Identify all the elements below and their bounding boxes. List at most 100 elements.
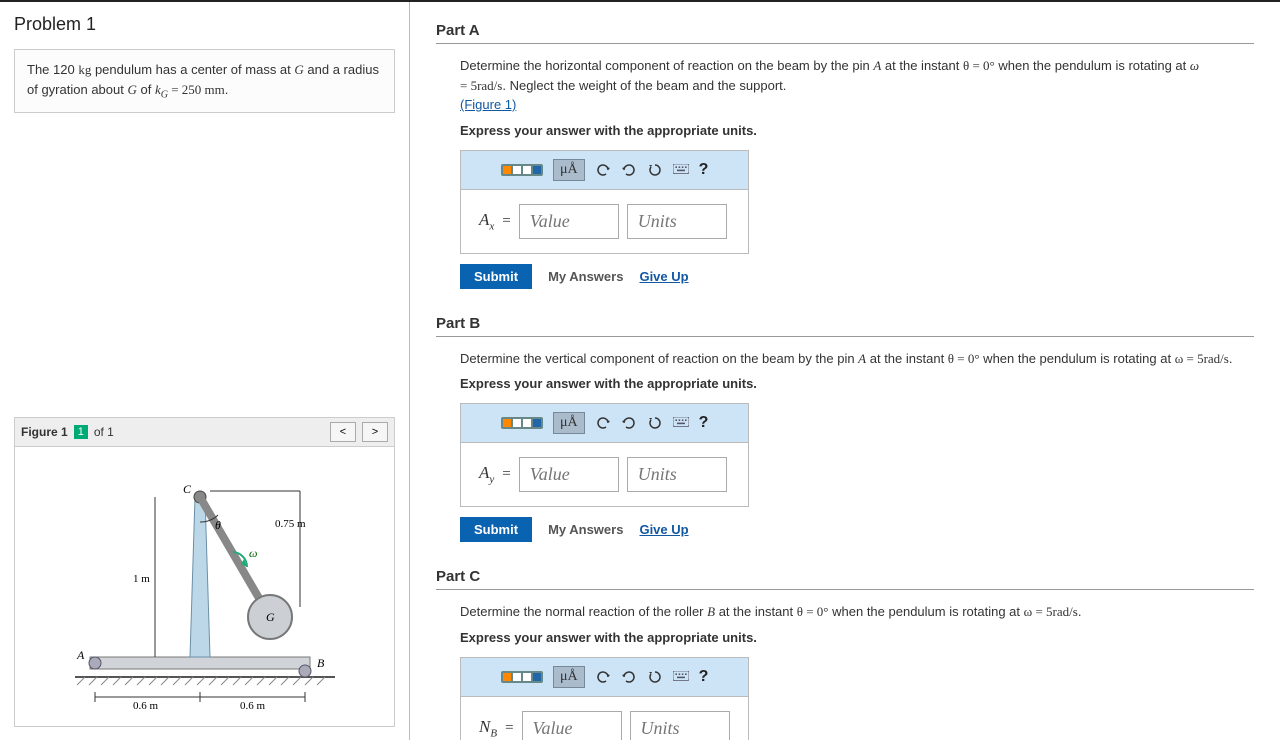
text: when the pendulum is rotating at bbox=[995, 58, 1190, 73]
text: . bbox=[225, 82, 229, 97]
submit-button[interactable]: Submit bbox=[460, 264, 532, 289]
reset-icon[interactable] bbox=[647, 415, 663, 431]
keyboard-icon[interactable] bbox=[673, 162, 689, 178]
theta-eq: θ = 0° bbox=[797, 604, 829, 619]
symbols-button[interactable]: μÅ bbox=[553, 159, 585, 181]
figure-prev-button[interactable]: < bbox=[330, 422, 356, 442]
give-up-link[interactable]: Give Up bbox=[639, 522, 688, 537]
submit-button[interactable]: Submit bbox=[460, 517, 532, 542]
part-b-input-row: Ay = bbox=[461, 443, 748, 506]
label-B: B bbox=[317, 656, 325, 670]
part-c-instruction: Express your answer with the appropriate… bbox=[460, 630, 1254, 645]
part-a-prompt: Determine the horizontal component of re… bbox=[460, 56, 1254, 115]
text: . bbox=[1229, 351, 1233, 366]
part-b-prompt: Determine the vertical component of reac… bbox=[460, 349, 1254, 369]
part-a-body: Determine the horizontal component of re… bbox=[436, 56, 1254, 307]
theta-eq: θ = 0° bbox=[963, 58, 995, 73]
keyboard-icon[interactable] bbox=[673, 415, 689, 431]
give-up-link[interactable]: Give Up bbox=[639, 269, 688, 284]
redo-icon[interactable] bbox=[621, 162, 637, 178]
var-label: NB bbox=[479, 717, 497, 739]
part-b-header: Part B bbox=[436, 315, 1254, 337]
text: when the pendulum is rotating at bbox=[980, 351, 1175, 366]
text: Determine the normal reaction of the rol… bbox=[460, 604, 707, 619]
var-G: G bbox=[294, 62, 303, 77]
part-c-body: Determine the normal reaction of the rol… bbox=[436, 602, 1254, 740]
reset-icon[interactable] bbox=[647, 669, 663, 685]
part-a-header: Part A bbox=[436, 22, 1254, 44]
part-b-actions: Submit My Answers Give Up bbox=[460, 517, 1254, 542]
template-picker-icon[interactable] bbox=[501, 417, 543, 429]
undo-icon[interactable] bbox=[595, 162, 611, 178]
undo-icon[interactable] bbox=[595, 415, 611, 431]
redo-icon[interactable] bbox=[621, 415, 637, 431]
part-c-input-row: NB = bbox=[461, 697, 748, 740]
symbols-button[interactable]: μÅ bbox=[553, 666, 585, 688]
redo-icon[interactable] bbox=[621, 669, 637, 685]
figure-link[interactable]: (Figure 1) bbox=[460, 97, 516, 112]
units-input[interactable] bbox=[627, 204, 727, 239]
label-omega: ω bbox=[249, 546, 257, 560]
omega-eq: ω = 5rad/s bbox=[1175, 351, 1229, 366]
var-omega: ω bbox=[1190, 58, 1199, 73]
text: at the instant bbox=[866, 351, 948, 366]
part-b-answer-frame: μÅ ? Ay = bbox=[460, 403, 749, 507]
value-input[interactable] bbox=[522, 711, 622, 740]
sub-G: G bbox=[161, 89, 168, 100]
help-icon[interactable]: ? bbox=[699, 668, 709, 686]
var-B: B bbox=[707, 604, 715, 619]
keyboard-icon[interactable] bbox=[673, 669, 689, 685]
part-b-instruction: Express your answer with the appropriate… bbox=[460, 376, 1254, 391]
reset-icon[interactable] bbox=[647, 162, 663, 178]
problem-statement: The 120 kg pendulum has a center of mass… bbox=[14, 49, 395, 113]
answer-toolbar: μÅ ? bbox=[461, 151, 748, 190]
left-panel: Problem 1 The 120 kg pendulum has a cent… bbox=[0, 2, 410, 740]
omega-eq: ω = 5rad/s bbox=[1024, 604, 1078, 619]
part-a-answer-frame: μÅ ? Ax = bbox=[460, 150, 749, 254]
answer-toolbar: μÅ ? bbox=[461, 404, 748, 443]
problem-title: Problem 1 bbox=[14, 14, 395, 35]
dim-0-6m-left: 0.6 m bbox=[133, 700, 159, 712]
var-label: Ax bbox=[479, 210, 494, 232]
value-input[interactable] bbox=[519, 204, 619, 239]
part-a-instruction: Express your answer with the appropriate… bbox=[460, 123, 1254, 138]
text: Determine the horizontal component of re… bbox=[460, 58, 873, 73]
undo-icon[interactable] bbox=[595, 669, 611, 685]
var-G: G bbox=[127, 82, 136, 97]
label-G: G bbox=[266, 610, 275, 624]
text: at the instant bbox=[881, 58, 963, 73]
unit-mm: mm bbox=[205, 82, 225, 97]
text: The 120 bbox=[27, 62, 78, 77]
my-answers-link[interactable]: My Answers bbox=[548, 522, 623, 537]
label-C: C bbox=[183, 482, 192, 496]
figure-selector[interactable]: 1 bbox=[74, 425, 88, 439]
label-theta: θ bbox=[215, 518, 221, 532]
text: . bbox=[1078, 604, 1082, 619]
figure-next-button[interactable]: > bbox=[362, 422, 388, 442]
text: Determine the vertical component of reac… bbox=[460, 351, 858, 366]
part-c-header: Part C bbox=[436, 568, 1254, 590]
template-picker-icon[interactable] bbox=[501, 164, 543, 176]
units-input[interactable] bbox=[627, 457, 727, 492]
part-b-body: Determine the vertical component of reac… bbox=[436, 349, 1254, 561]
text: = 250 bbox=[168, 82, 205, 97]
figure-of-text: of 1 bbox=[94, 425, 114, 439]
part-c-answer-frame: μÅ ? NB = bbox=[460, 657, 749, 740]
help-icon[interactable]: ? bbox=[699, 161, 709, 179]
units-input[interactable] bbox=[630, 711, 730, 740]
dim-0-75m: 0.75 m bbox=[275, 518, 306, 530]
template-picker-icon[interactable] bbox=[501, 671, 543, 683]
equals: = bbox=[505, 720, 513, 737]
dim-0-6m-right: 0.6 m bbox=[240, 700, 266, 712]
text: = 5rad/s bbox=[460, 78, 502, 93]
dim-1m: 1 m bbox=[133, 573, 150, 585]
symbols-button[interactable]: μÅ bbox=[553, 412, 585, 434]
equals: = bbox=[502, 213, 510, 230]
value-input[interactable] bbox=[519, 457, 619, 492]
my-answers-link[interactable]: My Answers bbox=[548, 269, 623, 284]
figure-canvas: A B C G θ ω bbox=[14, 447, 395, 727]
text: pendulum has a center of mass at bbox=[91, 62, 294, 77]
help-icon[interactable]: ? bbox=[699, 414, 709, 432]
label-A: A bbox=[76, 648, 85, 662]
part-c-prompt: Determine the normal reaction of the rol… bbox=[460, 602, 1254, 622]
